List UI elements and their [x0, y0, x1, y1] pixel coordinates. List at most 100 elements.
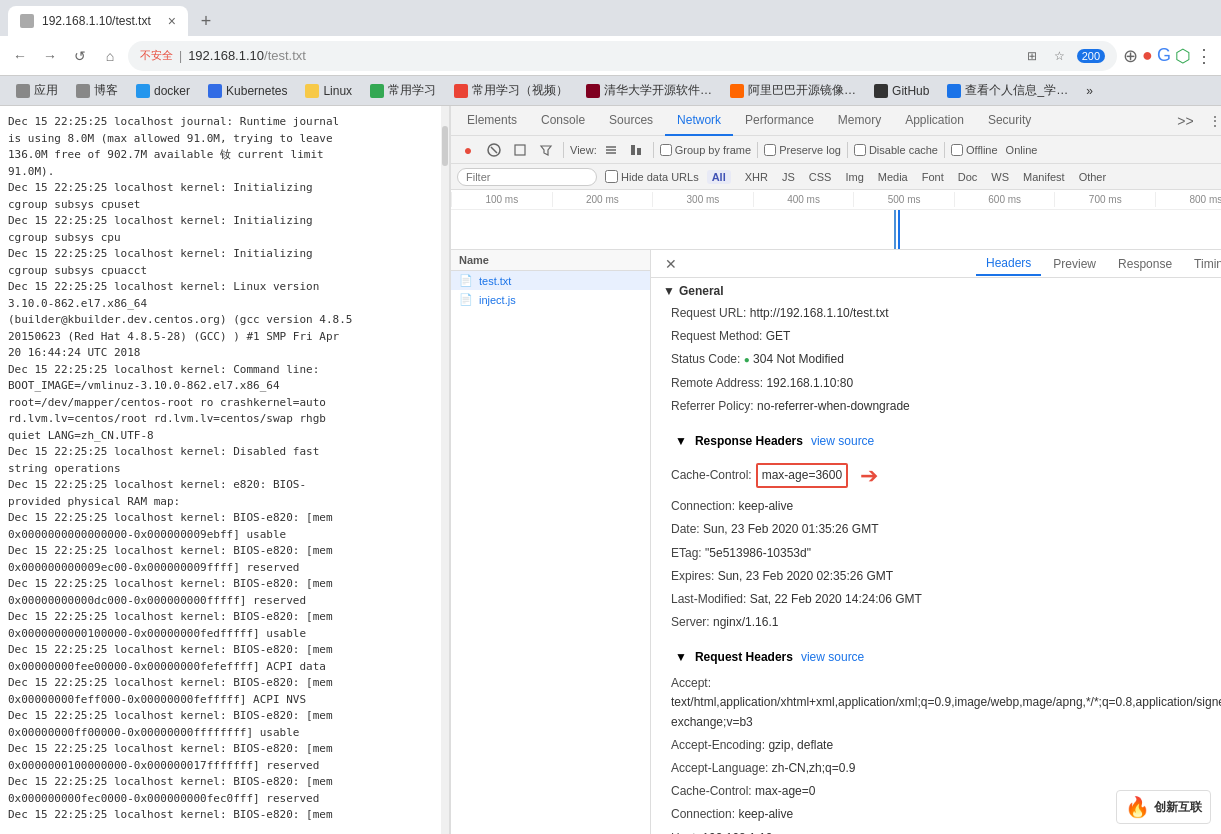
devtools-settings-icon[interactable]: ⋮: [1202, 113, 1221, 129]
forward-button[interactable]: →: [38, 44, 62, 68]
clear-button[interactable]: [483, 139, 505, 161]
tab-timing[interactable]: Timing: [1184, 253, 1221, 275]
filter-input[interactable]: [457, 168, 597, 186]
menu-button[interactable]: ⋮: [1195, 45, 1213, 67]
network-item-test-txt[interactable]: 📄 test.txt: [451, 271, 650, 290]
browser-chrome: 192.168.1.10/test.txt × + ← → ↺ ⌂ 不安全 | …: [0, 0, 1221, 106]
refresh-button[interactable]: ↺: [68, 44, 92, 68]
bookmark-study[interactable]: 常用学习: [362, 79, 444, 102]
filter-media[interactable]: Media: [872, 170, 914, 184]
filter-other[interactable]: Other: [1073, 170, 1113, 184]
preserve-log-checkbox[interactable]: [764, 144, 776, 156]
extension-icon-4[interactable]: ⬡: [1175, 45, 1191, 67]
terminal-scrollbar[interactable]: [441, 106, 449, 834]
list-view-icon[interactable]: [600, 139, 622, 161]
filter-xhr[interactable]: XHR: [739, 170, 774, 184]
hide-data-urls-label[interactable]: Hide data URLs: [605, 170, 699, 183]
bookmark-docker[interactable]: docker: [128, 81, 198, 101]
filter-js[interactable]: JS: [776, 170, 801, 184]
tab-preview[interactable]: Preview: [1043, 253, 1106, 275]
filter-icon[interactable]: [535, 139, 557, 161]
headers-tabs: ✕ Headers Preview Response Timing: [651, 250, 1221, 278]
new-tab-button[interactable]: +: [192, 7, 220, 35]
tab-application[interactable]: Application: [893, 106, 976, 136]
remote-address-row: Remote Address: 192.168.1.10:80: [671, 372, 1221, 395]
connection-label: Connection:: [671, 499, 738, 513]
bookmark-apps[interactable]: 应用: [8, 79, 66, 102]
active-tab[interactable]: 192.168.1.10/test.txt ×: [8, 6, 188, 36]
etag-label: ETag:: [671, 546, 705, 560]
bookmark-icon: [730, 84, 744, 98]
filter-font[interactable]: Font: [916, 170, 950, 184]
tab-network[interactable]: Network: [665, 106, 733, 136]
url-box[interactable]: 不安全 | 192.168.1.10/test.txt ⊞ ☆ 200: [128, 41, 1117, 71]
bookmark-video[interactable]: 常用学习（视频）: [446, 79, 576, 102]
watermark-icon: 🔥: [1125, 795, 1150, 819]
offline-text: Offline: [966, 144, 998, 156]
filter-type-buttons: XHR JS CSS Img Media Font Doc WS Manifes…: [739, 170, 1112, 184]
bookmark-tsinghua[interactable]: 清华大学开源软件…: [578, 79, 720, 102]
general-section-title[interactable]: ▼ General: [663, 284, 1221, 298]
bookmark-kubernetes[interactable]: Kubernetes: [200, 81, 295, 101]
response-view-source-link[interactable]: view source: [811, 434, 874, 448]
terminal-panel: Dec 15 22:25:25 localhost journal: Runti…: [0, 106, 450, 834]
filter-img[interactable]: Img: [839, 170, 869, 184]
referrer-policy-label: Referrer Policy:: [671, 399, 757, 413]
network-list-header: Name: [451, 250, 650, 271]
request-view-source-link[interactable]: view source: [801, 650, 864, 664]
tab-sources[interactable]: Sources: [597, 106, 665, 136]
host-label: Host:: [671, 831, 702, 834]
terminal-content[interactable]: Dec 15 22:25:25 localhost journal: Runti…: [8, 114, 441, 826]
timeline-tick-400: 400 ms: [753, 192, 854, 207]
bookmark-personal[interactable]: 查看个人信息_学…: [939, 79, 1076, 102]
record-button[interactable]: ●: [457, 139, 479, 161]
back-button[interactable]: ←: [8, 44, 32, 68]
preserve-log-label[interactable]: Preserve log: [764, 144, 841, 156]
hide-data-urls-checkbox[interactable]: [605, 170, 618, 183]
disable-cache-checkbox[interactable]: [854, 144, 866, 156]
filter-bar: Hide data URLs All XHR JS CSS Img Media …: [451, 164, 1221, 190]
remote-address-value: 192.168.1.10:80: [766, 376, 853, 390]
timeline-ruler: 100 ms 200 ms 300 ms 400 ms 500 ms 600 m…: [451, 190, 1221, 210]
devtools-tabs-more[interactable]: >>: [1169, 113, 1201, 129]
import-icon[interactable]: [509, 139, 531, 161]
offline-checkbox[interactable]: [951, 144, 963, 156]
network-item-inject-js[interactable]: 📄 inject.js: [451, 290, 650, 309]
tab-close-button[interactable]: ×: [168, 13, 176, 29]
tab-response[interactable]: Response: [1108, 253, 1182, 275]
filter-manifest[interactable]: Manifest: [1017, 170, 1071, 184]
scrollbar-thumb[interactable]: [442, 126, 448, 166]
etag-response-row: ETag: "5e513986-10353d": [671, 542, 1221, 565]
bookmark-github[interactable]: GitHub: [866, 81, 937, 101]
home-button[interactable]: ⌂: [98, 44, 122, 68]
extension-icon-1[interactable]: ⊕: [1123, 45, 1138, 67]
tab-console[interactable]: Console: [529, 106, 597, 136]
group-by-frame-label[interactable]: Group by frame: [660, 144, 751, 156]
tab-elements[interactable]: Elements: [455, 106, 529, 136]
translate-icon[interactable]: ⊞: [1021, 45, 1043, 67]
response-triangle-icon: ▼: [675, 434, 687, 448]
bookmark-linux[interactable]: Linux: [297, 81, 360, 101]
tab-headers[interactable]: Headers: [976, 252, 1041, 276]
network-item-name-inject: inject.js: [479, 294, 516, 306]
group-by-frame-checkbox[interactable]: [660, 144, 672, 156]
all-filter-badge[interactable]: All: [707, 170, 731, 184]
date-label: Date:: [671, 522, 703, 536]
tab-security[interactable]: Security: [976, 106, 1043, 136]
bookmark-star-icon[interactable]: ☆: [1049, 45, 1071, 67]
bookmark-blog[interactable]: 博客: [68, 79, 126, 102]
bookmark-ali[interactable]: 阿里巴巴开源镜像…: [722, 79, 864, 102]
chart-view-icon[interactable]: [625, 139, 647, 161]
tab-memory[interactable]: Memory: [826, 106, 893, 136]
filter-doc[interactable]: Doc: [952, 170, 984, 184]
offline-label[interactable]: Offline: [951, 144, 998, 156]
extension-icon-3[interactable]: G: [1157, 45, 1171, 66]
close-panel-button[interactable]: ✕: [659, 256, 683, 272]
tab-performance[interactable]: Performance: [733, 106, 826, 136]
bookmark-more[interactable]: »: [1078, 81, 1101, 101]
filter-css[interactable]: CSS: [803, 170, 838, 184]
disable-cache-label[interactable]: Disable cache: [854, 144, 938, 156]
filter-ws[interactable]: WS: [985, 170, 1015, 184]
extension-icon-2[interactable]: ●: [1142, 45, 1153, 66]
timeline-tick-800: 800 ms: [1155, 192, 1221, 207]
